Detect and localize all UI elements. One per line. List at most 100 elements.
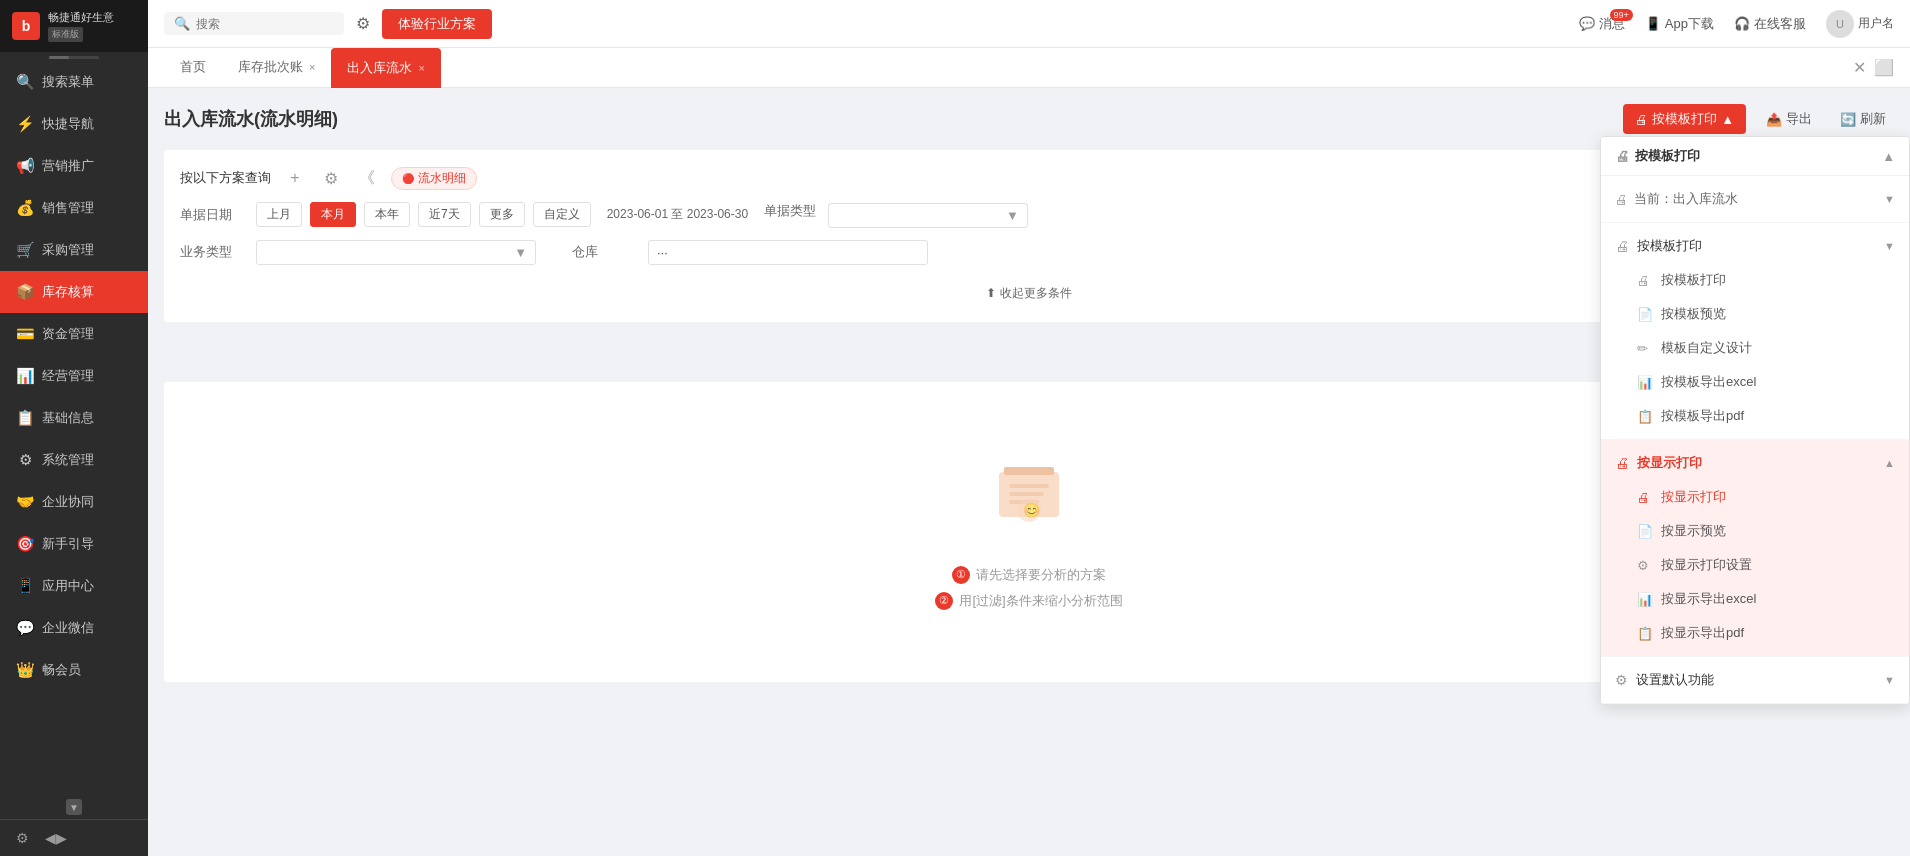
tab-batch-account[interactable]: 库存批次账 × [222,48,331,88]
finance-icon: 💳 [16,325,34,343]
default-section: ⚙ 设置默认功能 ▼ [1601,657,1909,704]
right-panel-print-icon: 🖨 [1615,148,1629,164]
date-current-year-btn[interactable]: 本年 [364,202,410,227]
display-export-excel-item[interactable]: 📊 按显示导出excel [1601,582,1909,616]
display-pdf-icon: 📋 [1637,626,1653,641]
display-collapse-arrow: ▲ [1884,457,1895,469]
marketing-icon: 📢 [16,157,34,175]
sidebar-item-search[interactable]: 🔍 搜索菜单 [0,61,148,103]
print-template-btn[interactable]: 🖨 按模板打印 ▲ [1623,104,1746,134]
sidebar-item-sales[interactable]: 💰 销售管理 [0,187,148,229]
default-settings-label: 设置默认功能 [1636,671,1714,689]
template-export-excel-label: 按模板导出excel [1661,373,1756,391]
business-type-arrow: ▼ [514,245,527,260]
topbar-settings-icon[interactable]: ⚙ [356,14,370,33]
filter-collapse-btn[interactable]: 《 [355,166,379,190]
content-area: 出入库流水(流水明细) 🖨 按模板打印 ▲ 📤 导出 🔄 刷新 [148,88,1910,856]
sidebar-item-finance[interactable]: 💳 资金管理 [0,313,148,355]
filter-settings-btn[interactable]: ⚙ [319,166,343,190]
page-title: 出入库流水(流水明细) [164,107,338,131]
display-export-pdf-item[interactable]: 📋 按显示导出pdf [1601,616,1909,650]
logo-icon: b [12,12,40,40]
sidebar-item-enterprise[interactable]: 🤝 企业协同 [0,481,148,523]
app-download-label: App下载 [1665,15,1714,33]
warehouse-dropdown[interactable]: ··· [648,240,928,265]
sidebar-item-wechat[interactable]: 💬 企业微信 [0,607,148,649]
tab-home[interactable]: 首页 [164,48,222,88]
sidebar-item-marketing[interactable]: 📢 营销推广 [0,145,148,187]
trial-btn[interactable]: 体验行业方案 [382,9,492,39]
app-download-btn[interactable]: 📱 App下载 [1645,15,1714,33]
sidebar-nav: 🔍 搜索菜单 ⚡ 快捷导航 📢 营销推广 💰 销售管理 🛒 采购管理 📦 库存核… [0,61,148,795]
business-type-label: 业务类型 [180,243,240,261]
customer-service-icon: 🎧 [1734,16,1750,31]
sidebar-item-basic-info[interactable]: 📋 基础信息 [0,397,148,439]
sales-icon: 💰 [16,199,34,217]
date-custom-btn[interactable]: 自定义 [533,202,591,227]
right-panel-title: 按模板打印 [1635,147,1882,165]
current-label: 当前：出入库流水 [1634,190,1738,208]
sidebar-item-member[interactable]: 👑 畅会员 [0,649,148,691]
up-arrow-icon[interactable]: ▲ [1882,149,1895,164]
template-print-icon: 🖨 [1615,238,1629,254]
quick-nav-icon: ⚡ [16,115,34,133]
search-input[interactable] [196,17,316,31]
business-type-dropdown[interactable]: ▼ [256,240,536,265]
date-last7-btn[interactable]: 近7天 [418,202,471,227]
messages-btn[interactable]: 💬 消息 99+ [1579,15,1625,33]
default-settings-header[interactable]: ⚙ 设置默认功能 ▼ [1601,663,1909,697]
tag-icon: 🔴 [402,173,414,184]
sidebar-item-guide[interactable]: 🎯 新手引导 [0,523,148,565]
date-more-btn[interactable]: 更多 [479,202,525,227]
tab-flow-close[interactable]: × [418,62,424,74]
template-print-item[interactable]: 🖨 按模板打印 [1601,263,1909,297]
tab-in-out-flow[interactable]: 出入库流水 × [331,48,440,88]
tab-batch-close[interactable]: × [309,61,315,73]
sidebar-expand-btn[interactable]: ◀▶ [45,830,67,846]
template-export-excel-item[interactable]: 📊 按模板导出excel [1601,365,1909,399]
display-export-pdf-label: 按显示导出pdf [1661,624,1744,642]
export-label: 导出 [1786,110,1812,128]
preview-item-icon: 📄 [1637,307,1653,322]
close-window-btn[interactable]: ✕ [1853,58,1866,77]
current-arrow: ▼ [1884,193,1895,205]
filter-add-btn[interactable]: + [283,166,307,190]
sidebar-item-purchase[interactable]: 🛒 采购管理 [0,229,148,271]
template-print-header[interactable]: 🖨 按模板打印 ▼ [1601,229,1909,263]
sidebar-item-inventory[interactable]: 📦 库存核算 [0,271,148,313]
sidebar-item-operations[interactable]: 📊 经营管理 [0,355,148,397]
sidebar-item-quick-nav[interactable]: ⚡ 快捷导航 [0,103,148,145]
doc-type-arrow: ▼ [1006,208,1019,223]
sidebar-item-app-center[interactable]: 📱 应用中心 [0,565,148,607]
scroll-down-btn[interactable]: ▼ [66,799,82,815]
doc-type-dropdown[interactable]: ▼ [828,203,1028,228]
display-print-item[interactable]: 🖨 按显示打印 [1601,480,1909,514]
message-badge: 99+ [1610,9,1633,21]
active-filter-tag[interactable]: 🔴 流水明细 [391,167,477,190]
print-icon: 🖨 [1635,112,1648,127]
current-section: 🖨 当前：出入库流水 ▼ [1601,176,1909,223]
collapse-more-btn[interactable]: ⬆ 收起更多条件 [986,285,1072,302]
refresh-btn[interactable]: 🔄 刷新 [1832,106,1894,132]
display-print-header[interactable]: 🖨 按显示打印 ▲ [1601,446,1909,480]
display-print-settings-item[interactable]: ⚙ 按显示打印设置 [1601,548,1909,582]
search-box[interactable]: 🔍 [164,12,344,35]
topbar-right: 💬 消息 99+ 📱 App下载 🎧 在线客服 U 用户名 [1579,10,1894,38]
template-print-item-label: 按模板打印 [1661,271,1726,289]
export-btn[interactable]: 📤 导出 [1758,106,1820,132]
maximize-window-btn[interactable]: ⬜ [1874,58,1894,77]
sidebar-settings-btn[interactable]: ⚙ [16,830,29,846]
template-custom-item[interactable]: ✏ 模板自定义设计 [1601,331,1909,365]
svg-text:😊: 😊 [1023,502,1041,519]
print-template-label: 按模板打印 [1652,110,1717,128]
display-preview-item[interactable]: 📄 按显示预览 [1601,514,1909,548]
customer-service-btn[interactable]: 🎧 在线客服 [1734,15,1806,33]
date-prev-month-btn[interactable]: 上月 [256,202,302,227]
template-preview-item[interactable]: 📄 按模板预览 [1601,297,1909,331]
user-profile[interactable]: U 用户名 [1826,10,1894,38]
sidebar-item-system[interactable]: ⚙ 系统管理 [0,439,148,481]
default-collapse-arrow: ▼ [1884,674,1895,686]
current-section-row[interactable]: 🖨 当前：出入库流水 ▼ [1601,182,1909,216]
template-export-pdf-item[interactable]: 📋 按模板导出pdf [1601,399,1909,433]
date-current-month-btn[interactable]: 本月 [310,202,356,227]
